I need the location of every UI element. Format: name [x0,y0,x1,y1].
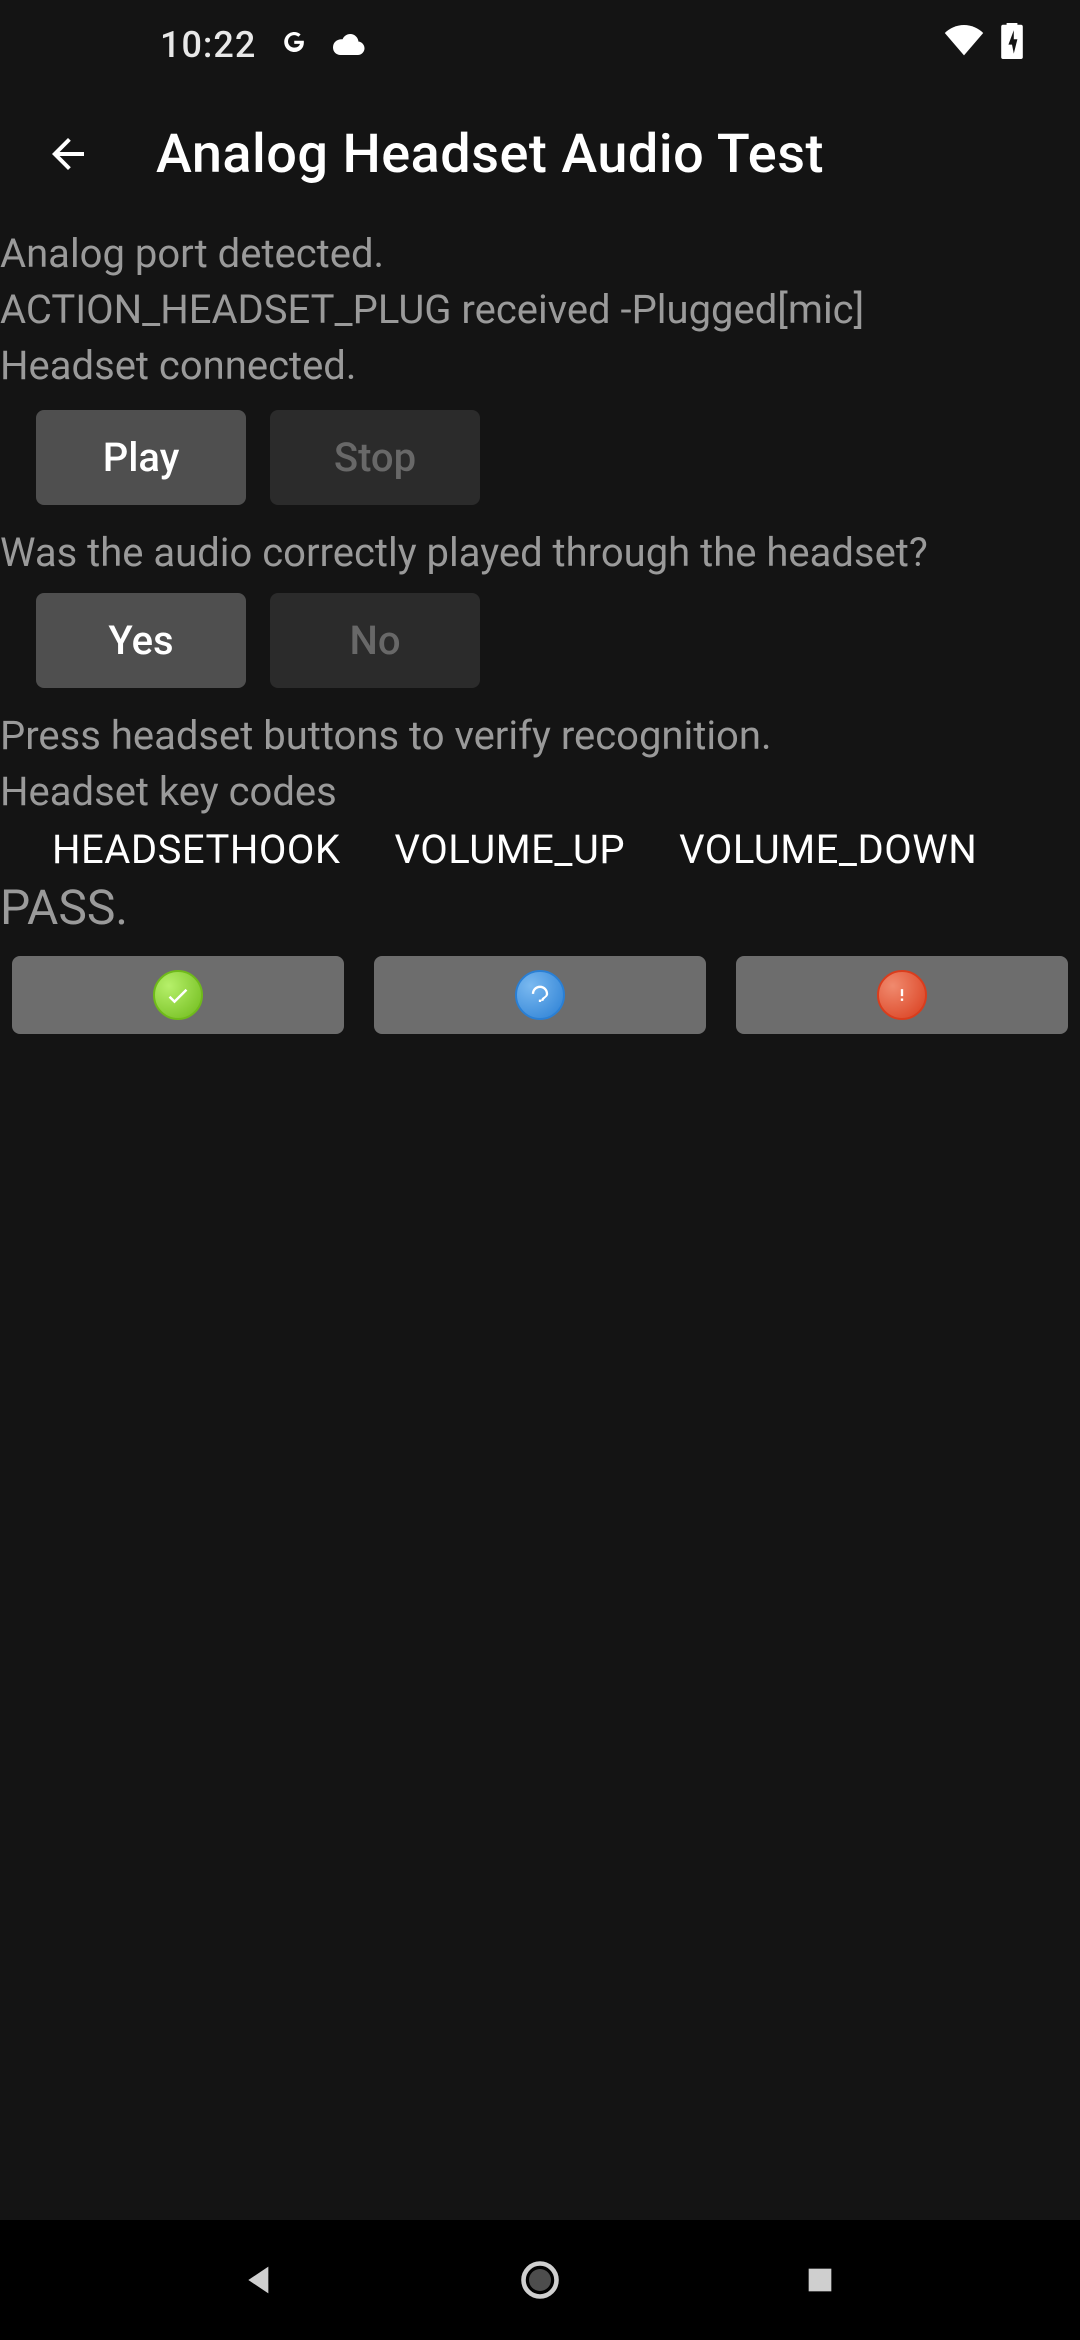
check-circle-icon [153,970,203,1020]
yes-button-label: Yes [108,617,173,664]
nav-recent-button[interactable] [790,2250,850,2310]
content: Analog port detected. ACTION_HEADSET_PLU… [0,218,1080,2220]
keycodes-row: HEADSETHOOK VOLUME_UP VOLUME_DOWN [0,820,1080,873]
square-recent-icon [803,2263,837,2297]
keycode-volume-down: VOLUME_DOWN [679,826,977,873]
question-text: Was the audio correctly played through t… [0,517,1080,581]
page-title: Analog Headset Audio Test [156,123,824,186]
keycode-volume-up: VOLUME_UP [395,826,626,873]
log-line-2: ACTION_HEADSET_PLUG received -Plugged[mi… [0,282,1080,338]
fail-button[interactable] [736,956,1068,1034]
instruction-line-2: Headset key codes [0,764,1080,820]
back-button[interactable] [40,126,96,182]
status-bar: 10:22 [0,0,1080,90]
play-button[interactable]: Play [36,410,246,505]
no-button: No [270,593,480,688]
log-line-3: Headset connected. [0,338,1080,394]
pass-button[interactable] [12,956,344,1034]
circle-home-icon [518,2258,562,2302]
status-time: 10:22 [160,24,256,66]
play-button-label: Play [103,434,180,481]
keycode-headsethook: HEADSETHOOK [52,826,341,873]
battery-charging-icon [1000,23,1024,68]
app-bar: Analog Headset Audio Test [0,90,1080,218]
result-text: PASS. [0,873,1080,956]
info-button[interactable] [374,956,706,1034]
google-icon [278,24,308,66]
log-block: Analog port detected. ACTION_HEADSET_PLU… [0,218,1080,398]
stop-button: Stop [270,410,480,505]
nav-home-button[interactable] [510,2250,570,2310]
no-button-label: No [349,617,400,664]
instruction-line-1: Press headset buttons to verify recognit… [0,708,1080,764]
question-circle-icon [515,970,565,1020]
arrow-back-icon [44,130,92,178]
result-button-row [0,956,1080,1034]
instructions-block: Press headset buttons to verify recognit… [0,700,1080,820]
navigation-bar [0,2220,1080,2340]
yes-button[interactable]: Yes [36,593,246,688]
alert-circle-icon [877,970,927,1020]
log-line-1: Analog port detected. [0,226,1080,282]
wifi-icon [944,24,984,66]
stop-button-label: Stop [334,434,416,481]
cloud-icon [330,24,366,66]
triangle-back-icon [240,2260,280,2300]
nav-back-button[interactable] [230,2250,290,2310]
